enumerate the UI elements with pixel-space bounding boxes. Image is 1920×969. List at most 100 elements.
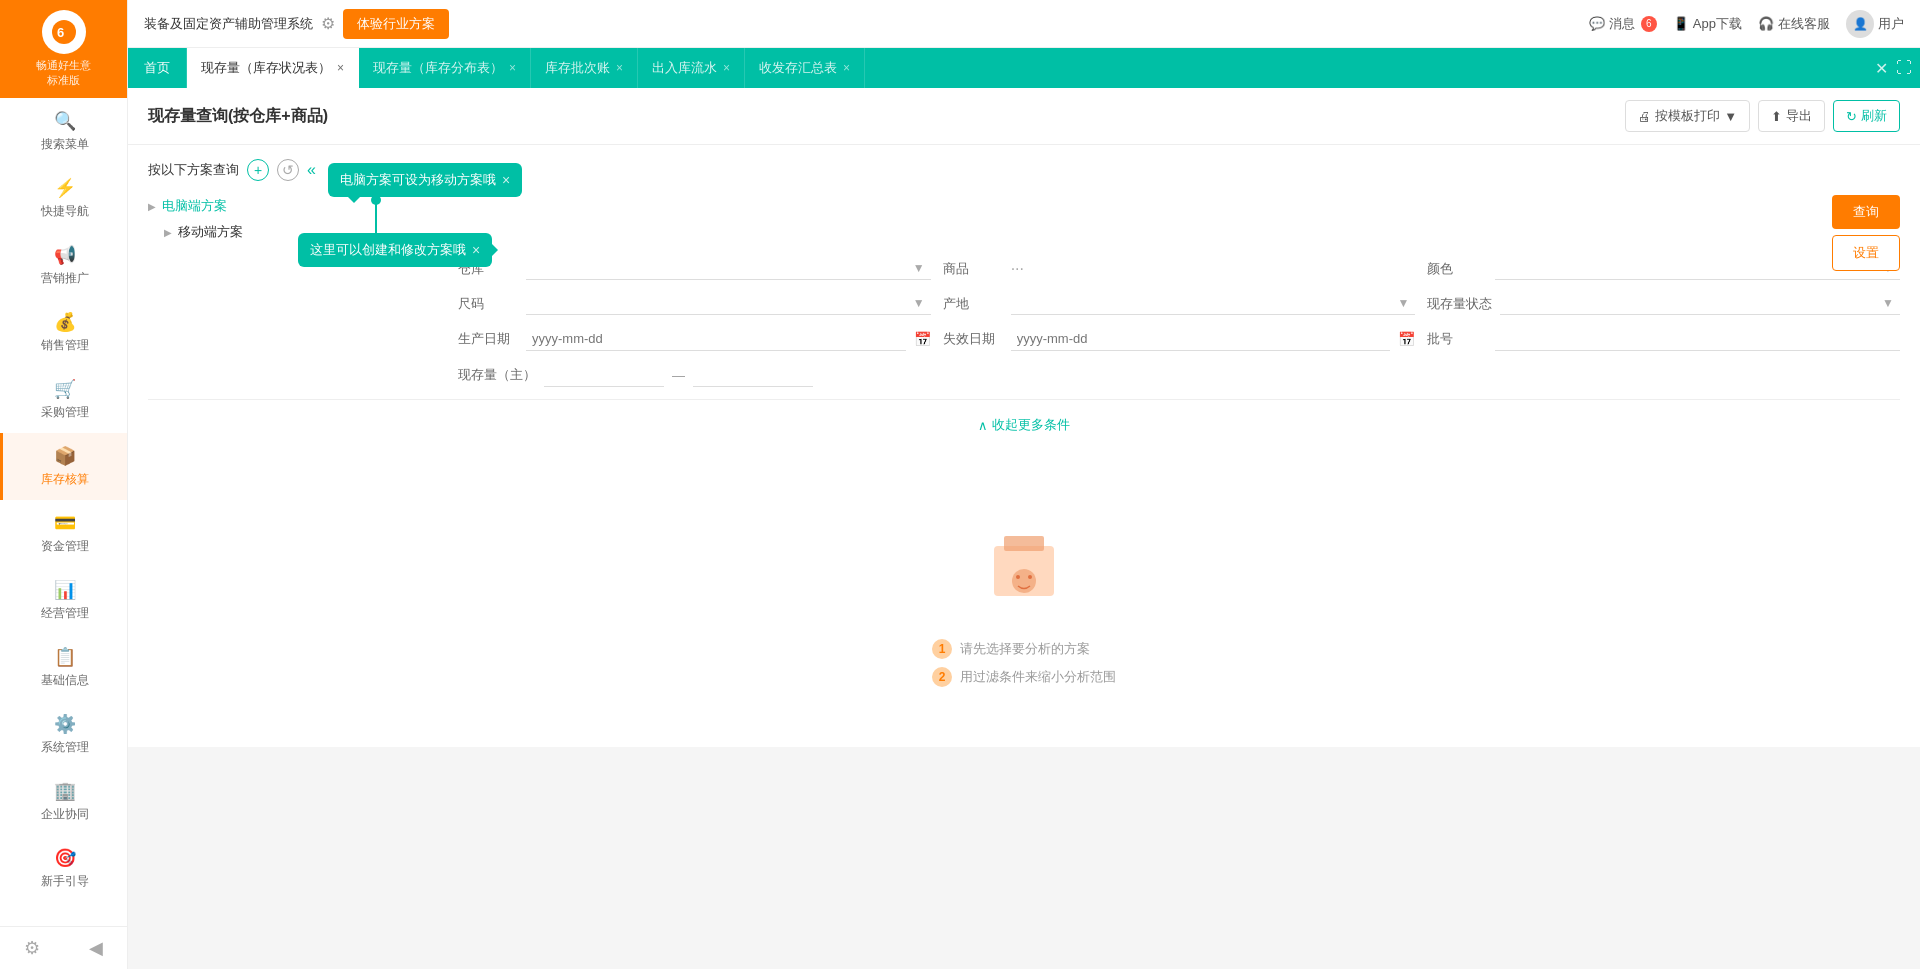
collapse-label: 收起更多条件 bbox=[992, 416, 1070, 434]
tab-close-collection[interactable]: × bbox=[843, 61, 850, 75]
print-button[interactable]: 🖨 按模板打印 ▼ bbox=[1625, 100, 1750, 132]
nav-icon-enterprise: 🏢 bbox=[54, 780, 76, 802]
sidebar-item-sales[interactable]: 💰 销售管理 bbox=[0, 299, 127, 366]
tooltip2-close-button[interactable]: × bbox=[472, 242, 480, 258]
nav-label-enterprise: 企业协同 bbox=[41, 806, 89, 823]
qty-max-input[interactable] bbox=[693, 363, 813, 387]
export-button[interactable]: ⬆ 导出 bbox=[1758, 100, 1825, 132]
expiry-calendar-icon[interactable]: 📅 bbox=[1398, 331, 1415, 347]
refresh-button[interactable]: ↻ 刷新 bbox=[1833, 100, 1900, 132]
nav-label-operations: 经营管理 bbox=[41, 605, 89, 622]
sidebar-item-quick[interactable]: ⚡ 快捷导航 bbox=[0, 165, 127, 232]
step-num-1: 1 bbox=[932, 639, 952, 659]
app-download-label: App下载 bbox=[1693, 15, 1742, 33]
settings-icon[interactable]: ⚙ bbox=[24, 937, 40, 959]
logo-text: 畅通好生意 bbox=[36, 58, 91, 73]
tab-close-inout-flow[interactable]: × bbox=[723, 61, 730, 75]
inventory-status-select[interactable]: ▼ bbox=[1500, 292, 1900, 315]
tooltip1-text: 电脑方案可设为移动方案哦 bbox=[340, 171, 496, 189]
nav-label-sales: 销售管理 bbox=[41, 337, 89, 354]
sidebar: 6 畅通好生意 标准版 🔍 搜索菜单 ⚡ 快捷导航 📢 营销推广 💰 销售管理 … bbox=[0, 0, 128, 969]
origin-select[interactable]: ▼ bbox=[1011, 292, 1416, 315]
batch-input[interactable] bbox=[1495, 327, 1900, 351]
refresh-icon: ↻ bbox=[1846, 109, 1857, 124]
nav-label-system: 系统管理 bbox=[41, 739, 89, 756]
sidebar-nav: 🔍 搜索菜单 ⚡ 快捷导航 📢 营销推广 💰 销售管理 🛒 采购管理 📦 库存核… bbox=[0, 98, 127, 926]
scheme-name-mobile: 移动端方案 bbox=[178, 223, 243, 241]
nav-icon-marketing: 📢 bbox=[54, 244, 76, 266]
user-action[interactable]: 👤 用户 bbox=[1846, 10, 1904, 38]
avatar: 👤 bbox=[1846, 10, 1874, 38]
collapse-section: ∧ 收起更多条件 bbox=[148, 399, 1900, 442]
tab-close-inventory-status[interactable]: × bbox=[337, 61, 344, 75]
tab-inventory-dist[interactable]: 现存量（库存分布表） × bbox=[359, 48, 531, 88]
sidebar-item-finance[interactable]: 💳 资金管理 bbox=[0, 500, 127, 567]
sidebar-item-inventory[interactable]: 📦 库存核算 bbox=[0, 433, 127, 500]
size-label: 尺码 bbox=[458, 295, 518, 313]
product-dots-icon[interactable]: ··· bbox=[1011, 260, 1024, 278]
collapse-sidebar-icon[interactable]: ◀ bbox=[89, 937, 103, 959]
app-download-action[interactable]: 📱 App下载 bbox=[1673, 15, 1742, 33]
tab-inout-flow[interactable]: 出入库流水 × bbox=[638, 48, 745, 88]
empty-steps: 1 请先选择要分析的方案 2 用过滤条件来缩小分析范围 bbox=[932, 639, 1116, 687]
add-scheme-button[interactable]: + bbox=[247, 159, 269, 181]
origin-label: 产地 bbox=[943, 295, 1003, 313]
warehouse-select[interactable]: ▼ bbox=[526, 257, 931, 280]
nav-icon-quick: ⚡ bbox=[54, 177, 76, 199]
nav-label-purchase: 采购管理 bbox=[41, 404, 89, 421]
action-btn-group: 查询 设置 bbox=[1832, 195, 1900, 271]
sidebar-item-search[interactable]: 🔍 搜索菜单 bbox=[0, 98, 127, 165]
tab-home[interactable]: 首页 bbox=[128, 48, 187, 88]
product-label: 商品 bbox=[943, 260, 1003, 278]
production-date-input[interactable] bbox=[526, 327, 906, 351]
user-label: 用户 bbox=[1878, 15, 1904, 33]
tab-inventory-status[interactable]: 现存量（库存状况表） × bbox=[187, 48, 359, 88]
tab-close-inventory-dist[interactable]: × bbox=[509, 61, 516, 75]
tab-close-all-icon[interactable]: ✕ bbox=[1875, 59, 1888, 78]
refresh-label: 刷新 bbox=[1861, 107, 1887, 125]
expiry-date-input[interactable] bbox=[1011, 327, 1391, 351]
size-select[interactable]: ▼ bbox=[526, 292, 931, 315]
message-badge: 6 bbox=[1641, 16, 1657, 32]
nav-label-search: 搜索菜单 bbox=[41, 136, 89, 153]
sidebar-item-purchase[interactable]: 🛒 采购管理 bbox=[0, 366, 127, 433]
tab-bar-end: ✕ ⛶ bbox=[1867, 48, 1920, 88]
search-button[interactable]: 查询 bbox=[1832, 195, 1900, 229]
tab-batch-account[interactable]: 库存批次账 × bbox=[531, 48, 638, 88]
sidebar-item-basic[interactable]: 📋 基础信息 bbox=[0, 634, 127, 701]
filter-arrow-icon[interactable]: « bbox=[307, 161, 316, 179]
message-action[interactable]: 💬 消息 6 bbox=[1589, 15, 1657, 33]
online-support-action[interactable]: 🎧 在线客服 bbox=[1758, 15, 1830, 33]
page-title: 现存量查询(按仓库+商品) bbox=[148, 106, 328, 127]
calendar-icon[interactable]: 📅 bbox=[914, 331, 931, 347]
sidebar-item-guide[interactable]: 🎯 新手引导 bbox=[0, 835, 127, 902]
sidebar-item-system[interactable]: ⚙️ 系统管理 bbox=[0, 701, 127, 768]
warehouse-arrow-icon: ▼ bbox=[913, 261, 925, 275]
nav-icon-system: ⚙️ bbox=[54, 713, 76, 735]
edit-scheme-button[interactable]: ↺ bbox=[277, 159, 299, 181]
gear-icon[interactable]: ⚙ bbox=[321, 14, 335, 33]
sidebar-item-marketing[interactable]: 📢 营销推广 bbox=[0, 232, 127, 299]
collapse-button[interactable]: ∧ 收起更多条件 bbox=[148, 408, 1900, 442]
nav-icon-operations: 📊 bbox=[54, 579, 76, 601]
tab-close-batch-account[interactable]: × bbox=[616, 61, 623, 75]
empty-icon bbox=[974, 516, 1074, 619]
tab-expand-icon[interactable]: ⛶ bbox=[1896, 59, 1912, 77]
tab-collection[interactable]: 收发存汇总表 × bbox=[745, 48, 865, 88]
online-support-label: 在线客服 bbox=[1778, 15, 1830, 33]
origin-field: 产地 ▼ bbox=[943, 292, 1416, 315]
nav-icon-sales: 💰 bbox=[54, 311, 76, 333]
tab-inout-flow-label: 出入库流水 bbox=[652, 59, 717, 77]
filter-label: 按以下方案查询 bbox=[148, 161, 239, 179]
trial-button[interactable]: 体验行业方案 bbox=[343, 9, 449, 39]
svg-point-5 bbox=[1016, 575, 1020, 579]
sidebar-item-operations[interactable]: 📊 经营管理 bbox=[0, 567, 127, 634]
svg-rect-3 bbox=[1004, 536, 1044, 551]
size-field: 尺码 ▼ bbox=[458, 292, 931, 315]
tooltip1-close-button[interactable]: × bbox=[502, 172, 510, 188]
sidebar-item-enterprise[interactable]: 🏢 企业协同 bbox=[0, 768, 127, 835]
expiry-date-field: 失效日期 📅 bbox=[943, 327, 1416, 351]
setup-button[interactable]: 设置 bbox=[1832, 235, 1900, 271]
filter-row-3: 生产日期 📅 失效日期 📅 批号 bbox=[148, 327, 1900, 351]
qty-min-input[interactable] bbox=[544, 363, 664, 387]
